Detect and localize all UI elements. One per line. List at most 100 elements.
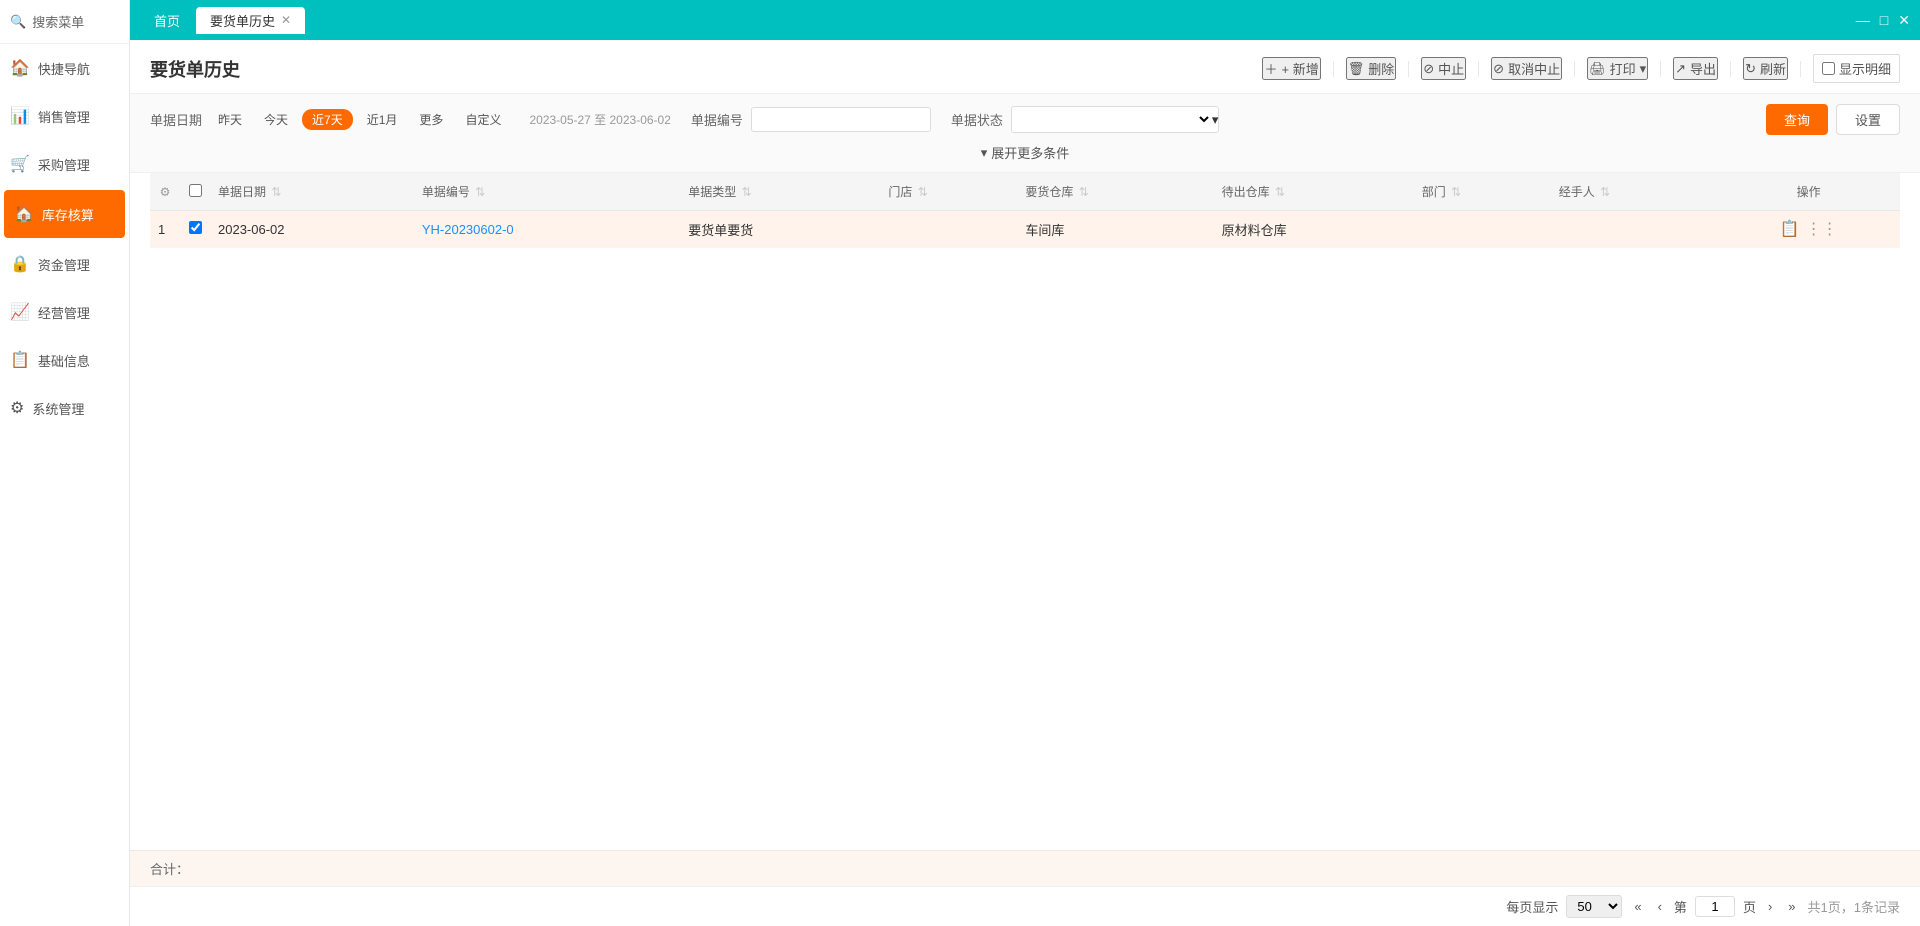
sort-store-icon[interactable]: ⇅ <box>918 185 928 199</box>
table-footer: 合计： <box>130 850 1920 886</box>
cancel-stop-button[interactable]: ⊘ 取消中止 <box>1491 57 1562 80</box>
table-header: ⚙ 单据日期 ⇅ 单据编号 ⇅ <box>150 173 1900 211</box>
sort-dept-icon[interactable]: ⇅ <box>1451 185 1461 199</box>
refresh-icon: ↻ <box>1745 61 1756 77</box>
th-doc-date: 单据日期 ⇅ <box>210 173 414 211</box>
cell-req-warehouse: 车间库 <box>1017 211 1213 248</box>
sort-handler-icon[interactable]: ⇅ <box>1600 185 1610 199</box>
prev-page-btn[interactable]: ‹ <box>1654 897 1666 916</box>
sort-pending-warehouse-icon[interactable]: ⇅ <box>1275 185 1285 199</box>
filter-actions: 查询 设置 <box>1766 104 1900 135</box>
date-btn-custom[interactable]: 自定义 <box>457 109 509 130</box>
date-btn-more[interactable]: 更多 <box>411 109 451 130</box>
tab-history[interactable]: 要货单历史 ✕ <box>196 7 305 34</box>
cell-index: 1 <box>150 211 180 248</box>
th-req-warehouse: 要货仓库 ⇅ <box>1017 173 1213 211</box>
cart-icon: 🛒 <box>10 154 30 174</box>
first-page-btn[interactable]: « <box>1630 897 1645 916</box>
refresh-button[interactable]: ↻ 刷新 <box>1743 57 1788 80</box>
tab-home[interactable]: 首页 <box>140 7 194 34</box>
row-edit-icon[interactable]: 📋 <box>1780 219 1800 239</box>
th-dept: 部门 ⇅ <box>1414 173 1551 211</box>
cell-handler <box>1551 211 1718 248</box>
sort-req-warehouse-icon[interactable]: ⇅ <box>1079 185 1089 199</box>
th-doc-date-label: 单据日期 <box>218 185 266 199</box>
plus-icon: ＋ <box>1264 59 1277 78</box>
next-page-btn[interactable]: › <box>1764 897 1776 916</box>
page-size-label: 每页显示 <box>1506 897 1558 916</box>
cancel-stop-icon: ⊘ <box>1493 61 1504 77</box>
close-btn[interactable]: ✕ <box>1898 12 1910 29</box>
sidebar-item-inventory[interactable]: 🏠 库存核算 <box>4 190 125 238</box>
pagination: 每页显示 20 50 100 « ‹ 第 页 › » 共1页，1条记录 <box>130 886 1920 926</box>
inventory-icon: 🏠 <box>14 204 34 224</box>
sidebar-item-operations[interactable]: 📈 经营管理 <box>0 288 129 336</box>
stop-button[interactable]: ⊘ 中止 <box>1421 57 1466 80</box>
last-page-btn[interactable]: » <box>1784 897 1799 916</box>
top-bar: 首页 要货单历史 ✕ — □ ✕ <box>130 0 1920 40</box>
th-doc-no: 单据编号 ⇅ <box>414 173 680 211</box>
table-row: 1 2023-06-02 YH-20230602-0 要货单要货 车间库 <box>150 211 1900 248</box>
table-wrapper: ⚙ 单据日期 ⇅ 单据编号 ⇅ <box>130 173 1920 850</box>
sidebar-search[interactable]: 🔍 搜索菜单 <box>0 0 129 44</box>
th-handler-label: 经手人 <box>1559 185 1595 199</box>
date-btn-yesterday[interactable]: 昨天 <box>210 109 250 130</box>
sidebar-item-basic-info[interactable]: 📋 基础信息 <box>0 336 129 384</box>
cell-doc-no: YH-20230602-0 <box>414 211 680 248</box>
sidebar-item-finance[interactable]: 🔒 资金管理 <box>0 240 129 288</box>
gear-icon: ⚙ <box>10 398 24 418</box>
th-doc-type: 单据类型 ⇅ <box>680 173 880 211</box>
date-btn-last7[interactable]: 近7天 <box>302 109 353 130</box>
select-all-checkbox[interactable] <box>189 184 202 197</box>
sidebar-item-quick-nav[interactable]: 🏠 快捷导航 <box>0 44 129 92</box>
row-more-icon[interactable]: ⋮⋮ <box>1806 219 1838 239</box>
sidebar-item-sales[interactable]: 📊 销售管理 <box>0 92 129 140</box>
print-button[interactable]: 🖨 打印 ▾ <box>1587 57 1648 80</box>
sidebar-item-system[interactable]: ⚙ 系统管理 <box>0 384 129 432</box>
delete-button[interactable]: 🗑 删除 <box>1346 57 1397 80</box>
th-req-warehouse-label: 要货仓库 <box>1025 185 1073 199</box>
page-size-select[interactable]: 20 50 100 <box>1566 895 1622 918</box>
sidebar: 🔍 搜索菜单 🏠 快捷导航 📊 销售管理 🛒 采购管理 🏠 库存核算 🔒 资金管… <box>0 0 130 926</box>
maximize-btn[interactable]: □ <box>1880 12 1888 28</box>
new-button[interactable]: ＋ + 新增 <box>1262 57 1320 80</box>
cell-doc-type: 要货单要货 <box>680 211 880 248</box>
page-number-input[interactable] <box>1695 896 1735 917</box>
sort-doc-no-icon[interactable]: ⇅ <box>475 185 485 199</box>
doc-no-link[interactable]: YH-20230602-0 <box>422 222 514 237</box>
query-button[interactable]: 查询 <box>1766 104 1828 135</box>
date-btn-today[interactable]: 今天 <box>256 109 296 130</box>
cell-checkbox <box>180 211 210 248</box>
row-checkbox[interactable] <box>189 221 202 234</box>
expand-row: ▾ 展开更多条件 <box>150 143 1900 162</box>
stop-icon: ⊘ <box>1423 61 1434 77</box>
display-detail-button[interactable]: 显示明细 <box>1813 54 1900 83</box>
date-filter-group: 昨天 今天 近7天 近1月 更多 自定义 <box>210 109 509 130</box>
page-label-before: 第 <box>1674 897 1687 916</box>
cell-store <box>880 211 1017 248</box>
display-detail-checkbox[interactable] <box>1822 62 1835 75</box>
sort-doc-type-icon[interactable]: ⇅ <box>742 185 752 199</box>
sidebar-item-purchase[interactable]: 🛒 采购管理 <box>0 140 129 188</box>
page-label-after: 页 <box>1743 897 1756 916</box>
expand-button[interactable]: ▾ 展开更多条件 <box>981 143 1070 162</box>
print-chevron-icon: ▾ <box>1640 61 1647 77</box>
settings-button[interactable]: 设置 <box>1836 104 1900 135</box>
date-btn-last1m[interactable]: 近1月 <box>359 109 406 130</box>
table-body: 1 2023-06-02 YH-20230602-0 要货单要货 车间库 <box>150 211 1900 248</box>
sort-doc-date-icon[interactable]: ⇅ <box>271 185 281 199</box>
chevron-down-icon: ▾ <box>981 145 988 161</box>
cell-doc-date: 2023-06-02 <box>210 211 414 248</box>
header-actions: ＋ + 新增 🗑 删除 ⊘ 中止 ⊘ <box>1262 54 1900 83</box>
export-button[interactable]: ↗ 导出 <box>1673 57 1718 80</box>
delete-icon: 🗑 <box>1348 61 1365 77</box>
row-actions: 📋 ⋮⋮ <box>1725 219 1892 239</box>
table-settings-icon[interactable]: ⚙ <box>160 185 171 199</box>
doc-no-filter: 单据编号 <box>691 107 931 132</box>
th-store-label: 门店 <box>888 185 912 199</box>
doc-no-input[interactable] <box>751 107 931 132</box>
tab-close-icon[interactable]: ✕ <box>281 13 291 27</box>
minimize-btn[interactable]: — <box>1856 12 1870 28</box>
status-select[interactable] <box>1012 107 1212 132</box>
cell-actions: 📋 ⋮⋮ <box>1717 211 1900 248</box>
